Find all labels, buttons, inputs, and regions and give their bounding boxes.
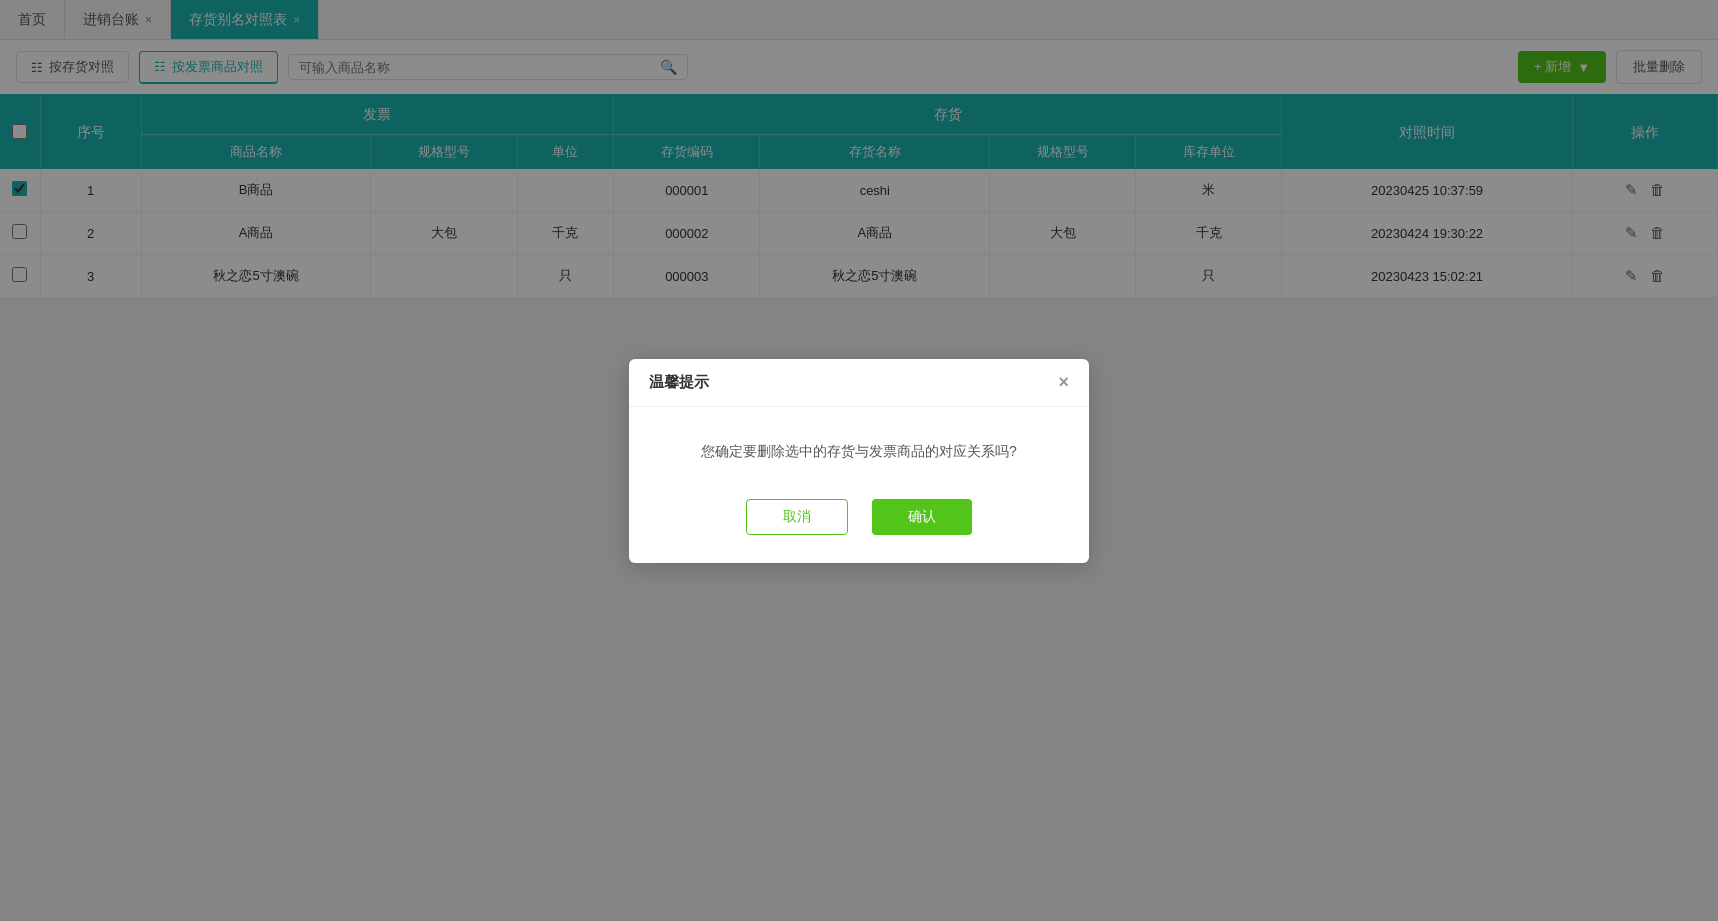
- dialog-overlay: 温馨提示 × 您确定要删除选中的存货与发票商品的对应关系吗? 取消 确认: [0, 0, 1718, 298]
